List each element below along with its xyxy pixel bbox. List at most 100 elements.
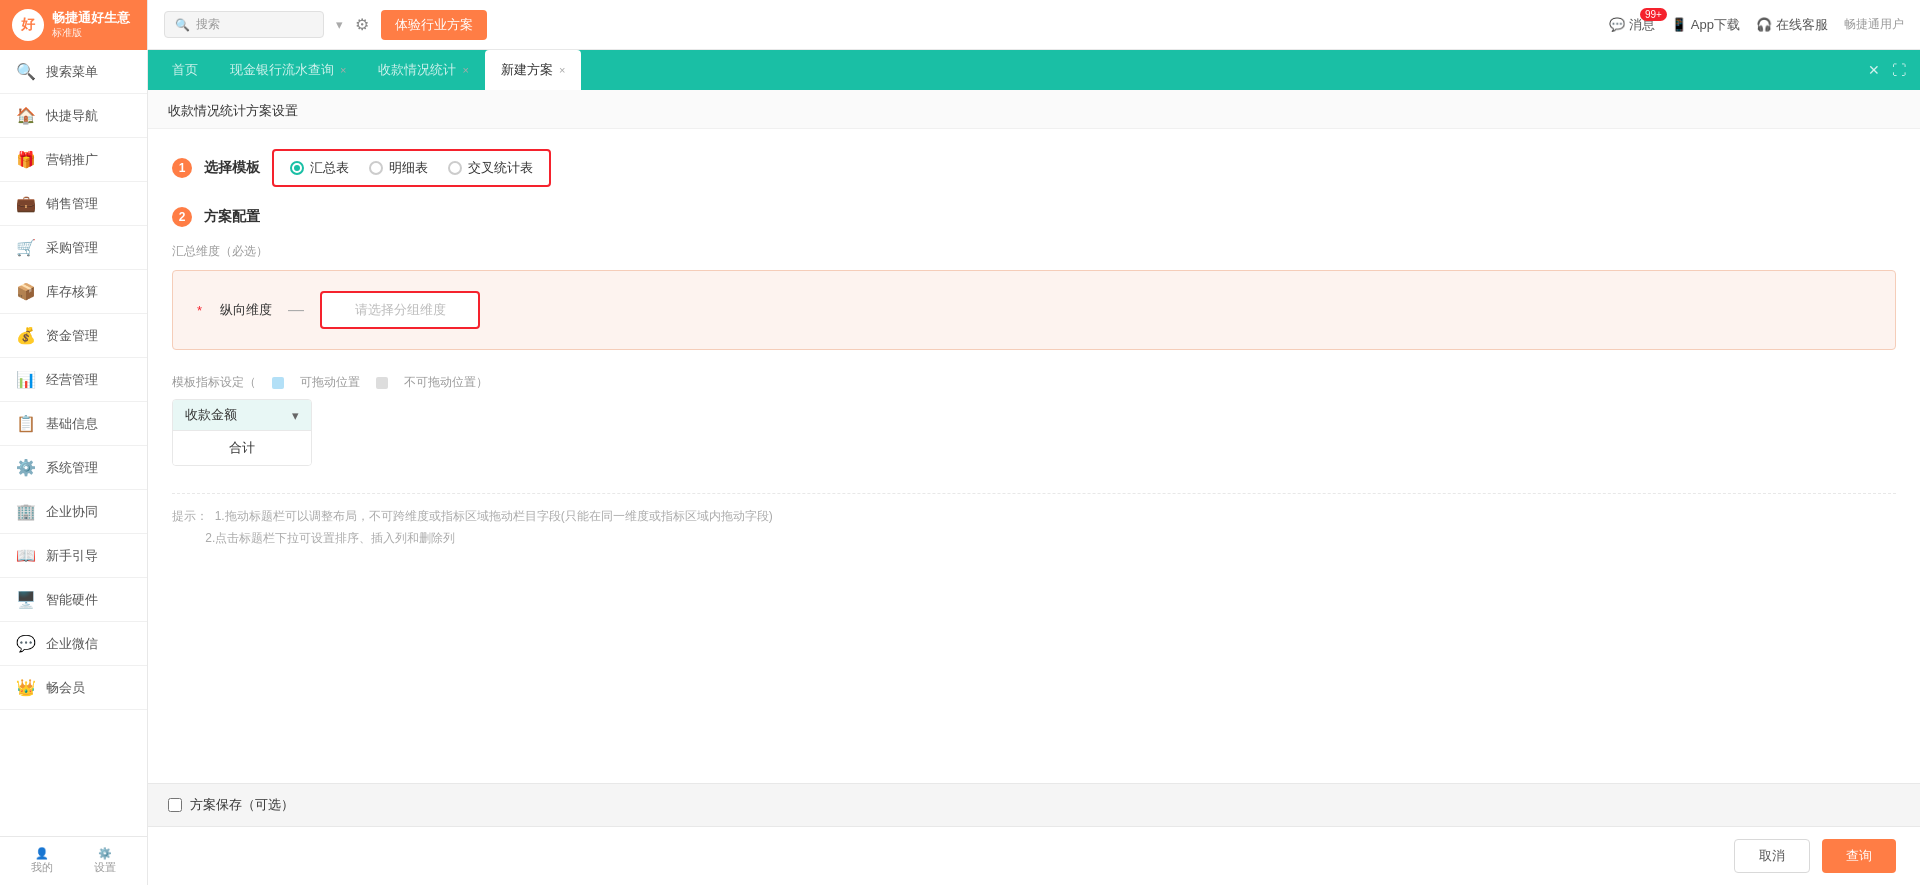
metrics-sub-row: 合计 (173, 431, 311, 465)
save-plan-label: 方案保存（可选） (190, 796, 294, 814)
radio-summary-label: 汇总表 (310, 159, 349, 177)
sidebar-item-purchase[interactable]: 🛒采购管理 (0, 226, 147, 270)
save-plan-checkbox[interactable] (168, 798, 182, 812)
dimension-select-button[interactable]: 请选择分组维度 (320, 291, 480, 329)
member-label: 畅会员 (46, 679, 85, 697)
step1-label: 选择模板 (204, 159, 260, 177)
online-service-link[interactable]: 🎧 在线客服 (1756, 16, 1828, 34)
sidebar-nav: 🔍 搜索菜单 🏠 快捷导航 🎁营销推广 💼 销售管理 🛒采购管理📦库存核算 💰 资金管理 📊 经营管理… (0, 50, 147, 836)
purchase-label: 采购管理 (46, 239, 98, 257)
sidebar-item-operations[interactable]: 📊 经营管理 (0, 358, 147, 402)
hint-movable-label: 可拖动位置 (300, 374, 360, 391)
sidebar-item-wechat[interactable]: 💬企业微信 (0, 622, 147, 666)
radio-detail[interactable]: 明细表 (369, 159, 428, 177)
system-label: 系统管理 (46, 459, 98, 477)
sidebar-item-sales[interactable]: 💼 销售管理 (0, 182, 147, 226)
hint-fixed-label: 不可拖动位置） (404, 374, 488, 391)
topbar-gear-icon[interactable]: ⚙ (355, 15, 369, 34)
finance-icon: 💰 (16, 326, 36, 345)
radio-cross-label: 交叉统计表 (468, 159, 533, 177)
radio-detail-label: 明细表 (389, 159, 428, 177)
action-bar: 取消 查询 (148, 826, 1920, 885)
tab-new-plan-label: 新建方案 (501, 61, 553, 79)
sidebar-item-finance[interactable]: 💰 资金管理 (0, 314, 147, 358)
enterprise-icon: 🏢 (16, 502, 36, 521)
metrics-dropdown-arrow[interactable]: ▾ (292, 408, 299, 423)
sidebar-item-system[interactable]: ⚙️ 系统管理 (0, 446, 147, 490)
metrics-header: 收款金额 ▾ (173, 400, 311, 431)
marketing-icon: 🎁 (16, 150, 36, 169)
system-icon: ⚙️ (16, 458, 36, 477)
quick-nav-label: 快捷导航 (46, 107, 98, 125)
search-menu-icon: 🔍 (16, 62, 36, 81)
tab-receipt-stats[interactable]: 收款情况统计 × (362, 50, 484, 90)
sidebar-bottom-item2[interactable]: ⚙️设置 (94, 847, 116, 875)
logo-tag: 标准版 (52, 26, 130, 40)
sidebar-item-inventory[interactable]: 📦库存核算 (0, 270, 147, 314)
sidebar-logo: 好 畅捷通好生意 标准版 (0, 0, 147, 50)
finance-label: 资金管理 (46, 327, 98, 345)
step1-badge: 1 (172, 158, 192, 178)
topbar-search-box: 🔍 搜索 (164, 11, 324, 38)
message-badge: 99+ (1640, 8, 1667, 21)
sidebar-item-quick-nav[interactable]: 🏠 快捷导航 (0, 94, 147, 138)
sales-label: 销售管理 (46, 195, 98, 213)
basic-info-label: 基础信息 (46, 415, 98, 433)
tab-bank-flow[interactable]: 现金银行流水查询 × (214, 50, 362, 90)
template-radio-group: 汇总表 明细表 交叉统计表 (272, 149, 551, 187)
tab-bank-flow-close[interactable]: × (340, 64, 346, 76)
movable-dot (272, 377, 284, 389)
sidebar-item-search-menu[interactable]: 🔍 搜索菜单 (0, 50, 147, 94)
step2-section: 2 方案配置 汇总维度（必选） * 纵向维度 — 请选择分组维度 (172, 207, 1896, 561)
window-close-btn[interactable]: ✕ (1862, 62, 1886, 78)
sidebar-item-enterprise[interactable]: 🏢 企业协同 (0, 490, 147, 534)
radio-summary[interactable]: 汇总表 (290, 159, 349, 177)
query-button[interactable]: 查询 (1822, 839, 1896, 873)
sidebar-item-smart-hw[interactable]: 🖥️智能硬件 (0, 578, 147, 622)
metrics-hint-row: 模板指标设定（ 可拖动位置 不可拖动位置） (172, 374, 1896, 391)
cancel-button[interactable]: 取消 (1734, 839, 1810, 873)
vertical-dim-label: 纵向维度 (220, 301, 272, 319)
app-download-link[interactable]: 📱 App下载 (1671, 16, 1740, 34)
tab-home[interactable]: 首页 (156, 50, 214, 90)
tips-section: 提示： 1.拖动标题栏可以调整布局，不可跨维度或指标区域拖动栏目字段(只能在同一… (172, 493, 1896, 561)
tab-receipt-stats-close[interactable]: × (462, 64, 468, 76)
window-expand-btn[interactable]: ⛶ (1886, 62, 1912, 78)
sales-icon: 💼 (16, 194, 36, 213)
tab-new-plan[interactable]: 新建方案 × (485, 50, 581, 90)
message-button[interactable]: 💬 消息 99+ (1609, 16, 1655, 34)
username-display: 畅捷通用户 (1844, 16, 1904, 33)
topbar-search-placeholder: 搜索 (196, 16, 220, 33)
logo-icon: 好 (12, 9, 44, 41)
service-icon: 🎧 (1756, 17, 1772, 32)
operations-icon: 📊 (16, 370, 36, 389)
search-menu-label: 搜索菜单 (46, 63, 98, 81)
sidebar-item-member[interactable]: 👑 畅会员 (0, 666, 147, 710)
radio-cross-circle (448, 161, 462, 175)
sidebar-item-marketing[interactable]: 🎁营销推广 (0, 138, 147, 182)
sidebar-item-guide[interactable]: 📖新手引导 (0, 534, 147, 578)
sidebar-bottom-item[interactable]: 👤我的 (31, 847, 53, 875)
breadcrumb: 收款情况统计方案设置 (168, 103, 298, 118)
guide-label: 新手引导 (46, 547, 98, 565)
fixed-dot (376, 377, 388, 389)
trial-industry-button[interactable]: 体验行业方案 (381, 10, 487, 40)
topbar-dropdown-arrow[interactable]: ▾ (336, 17, 343, 32)
service-label: 在线客服 (1776, 16, 1828, 34)
radio-detail-circle (369, 161, 383, 175)
content-area: 收款情况统计方案设置 1 选择模板 汇总表 明细表 (148, 90, 1920, 885)
operations-label: 经营管理 (46, 371, 98, 389)
sidebar-item-basic-info[interactable]: 📋基础信息 (0, 402, 147, 446)
step2-title-row: 2 方案配置 (172, 207, 1896, 227)
radio-cross[interactable]: 交叉统计表 (448, 159, 533, 177)
member-icon: 👑 (16, 678, 36, 697)
tab-home-label: 首页 (172, 61, 198, 79)
message-icon: 💬 (1609, 17, 1625, 32)
metrics-table: 收款金额 ▾ 合计 (172, 399, 312, 466)
page-footer: 方案保存（可选） (148, 783, 1920, 826)
quick-nav-icon: 🏠 (16, 106, 36, 125)
tab-new-plan-close[interactable]: × (559, 64, 565, 76)
step2-badge: 2 (172, 207, 192, 227)
dimension-section-label: 汇总维度（必选） (172, 243, 1896, 260)
enterprise-label: 企业协同 (46, 503, 98, 521)
